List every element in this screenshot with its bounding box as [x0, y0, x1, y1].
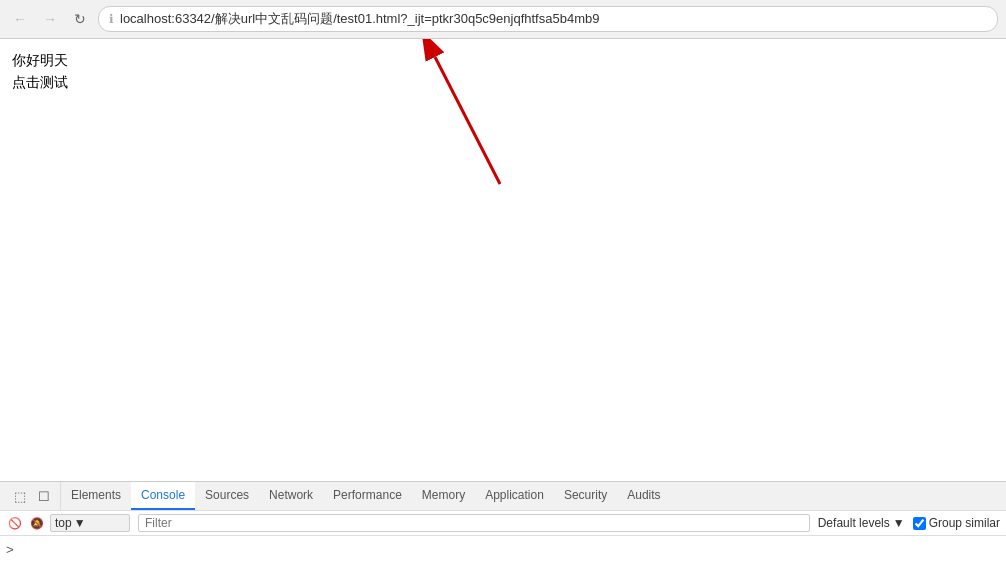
group-similar-checkbox[interactable]	[913, 517, 926, 530]
url-text: localhost:63342/解决url中文乱码问题/test01.html?…	[120, 10, 987, 28]
tab-audits[interactable]: Audits	[617, 482, 670, 510]
level-label: Default levels	[818, 516, 890, 530]
arrow-annotation	[0, 39, 1006, 481]
level-dropdown-icon: ▼	[893, 516, 905, 530]
red-arrow-svg	[0, 39, 1006, 481]
tab-console[interactable]: Console	[131, 482, 195, 510]
tab-sources[interactable]: Sources	[195, 482, 259, 510]
context-selector[interactable]: top ▼	[50, 514, 130, 532]
devtools-tabs-bar: ⬚ ☐ Elements Console Sources Network Per…	[0, 482, 1006, 511]
console-content: >	[0, 536, 1006, 576]
refresh-button[interactable]: ↻	[68, 7, 92, 31]
group-similar-label: Group similar	[929, 516, 1000, 530]
group-similar-container: Group similar	[913, 516, 1000, 530]
tab-memory[interactable]: Memory	[412, 482, 475, 510]
context-label: top	[55, 516, 72, 530]
clear-console-icon[interactable]: 🚫	[6, 514, 24, 532]
devtools-panel: ⬚ ☐ Elements Console Sources Network Per…	[0, 481, 1006, 576]
console-settings-icon[interactable]: 🔕	[28, 514, 46, 532]
address-bar[interactable]: ℹ localhost:63342/解决url中文乱码问题/test01.htm…	[98, 6, 998, 32]
browser-chrome: ← → ↻ ℹ localhost:63342/解决url中文乱码问题/test…	[0, 0, 1006, 39]
back-button[interactable]: ←	[8, 7, 32, 31]
tab-network[interactable]: Network	[259, 482, 323, 510]
tab-application[interactable]: Application	[475, 482, 554, 510]
filter-input[interactable]	[138, 514, 810, 532]
devtools-toolbar: 🚫 🔕 top ▼ Default levels ▼ Group similar	[0, 511, 1006, 536]
devtools-icon-bar: ⬚ ☐	[4, 482, 61, 510]
device-toolbar-icon[interactable]: ☐	[34, 486, 54, 506]
page-content: 你好明天 点击测试	[0, 39, 1006, 481]
level-selector[interactable]: Default levels ▼	[818, 516, 905, 530]
tab-elements[interactable]: Elements	[61, 482, 131, 510]
lock-icon: ℹ	[109, 12, 114, 26]
console-prompt[interactable]: >	[0, 540, 20, 559]
inspect-element-icon[interactable]: ⬚	[10, 486, 30, 506]
tab-performance[interactable]: Performance	[323, 482, 412, 510]
tab-security[interactable]: Security	[554, 482, 617, 510]
page-text: 你好明天 点击测试	[0, 39, 1006, 104]
line1: 你好明天	[12, 49, 994, 71]
forward-button[interactable]: →	[38, 7, 62, 31]
nav-bar: ← → ↻ ℹ localhost:63342/解决url中文乱码问题/test…	[0, 0, 1006, 38]
line2: 点击测试	[12, 71, 994, 93]
context-dropdown-icon: ▼	[74, 516, 86, 530]
